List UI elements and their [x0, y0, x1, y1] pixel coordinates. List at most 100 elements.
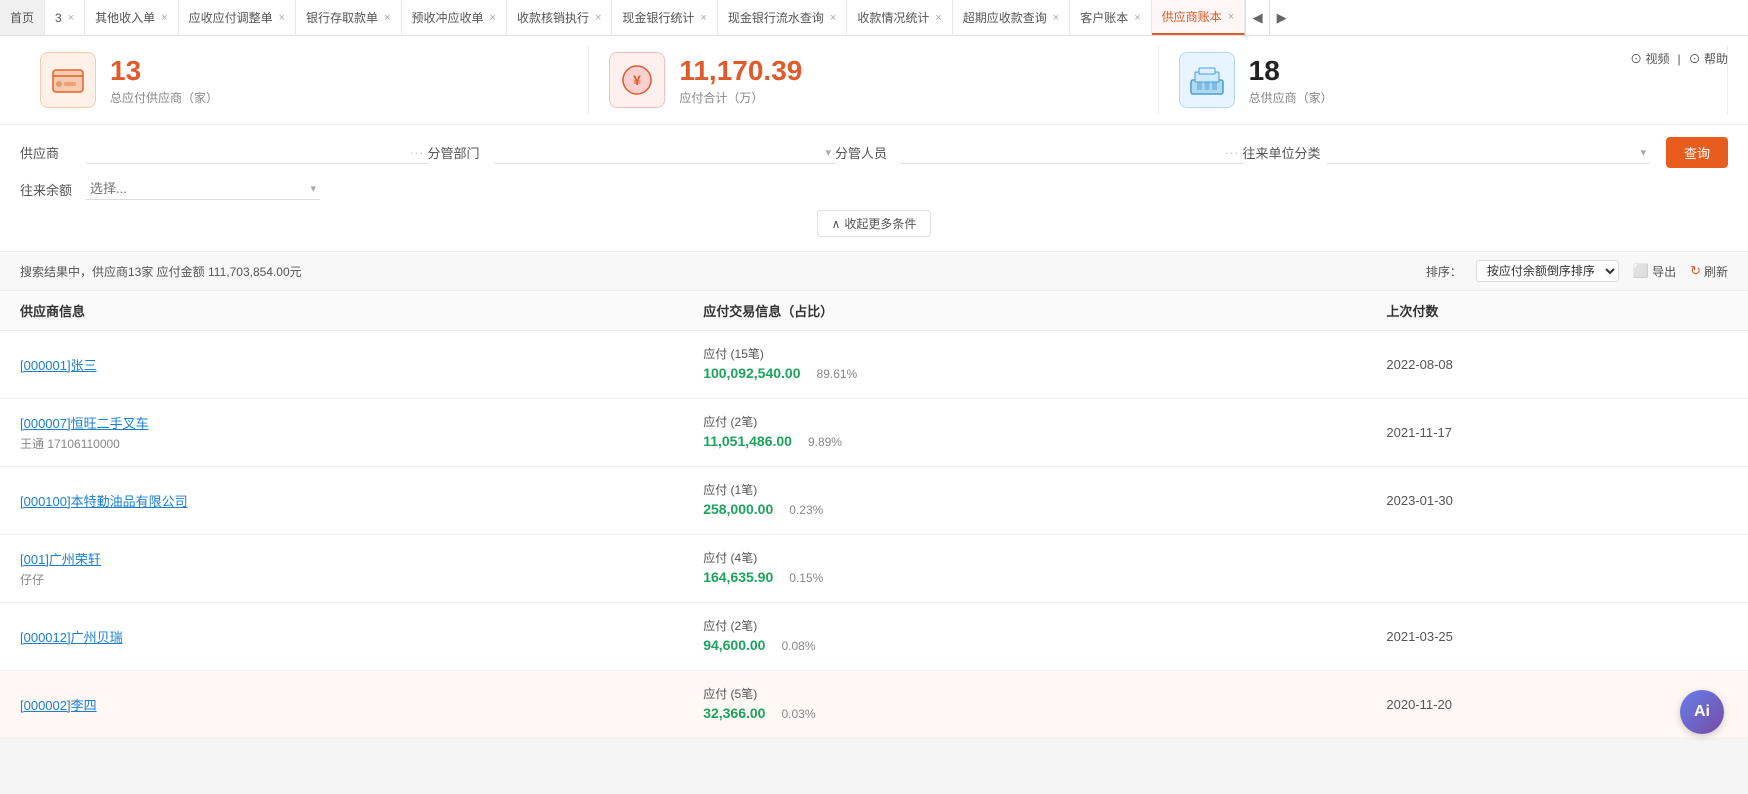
summary-text-total-suppliers: 18 总供应商（家）: [1249, 54, 1333, 107]
close-icon[interactable]: ×: [490, 12, 496, 24]
dept-select-wrap[interactable]: ▾: [494, 142, 836, 164]
ai-assistant-button[interactable]: Ai: [1680, 690, 1724, 734]
nav-tab-ar-ap-adjust[interactable]: 应收应付调整单 ×: [179, 0, 296, 35]
result-bar: 搜索结果中，供应商13家 应付金额 111,703,854.00元 排序： 按应…: [0, 252, 1748, 291]
collapse-button[interactable]: ∧ 收起更多条件: [817, 210, 932, 237]
close-icon[interactable]: ×: [830, 12, 836, 24]
supplier-info-col: [000100]本特勤油品有限公司: [20, 491, 703, 510]
table-row: [000002]李四 应付 (5笔) 32,366.00 0.03% 2020-…: [0, 671, 1748, 739]
nav-tab-overdue-ar[interactable]: 超期应收款查询 ×: [953, 0, 1070, 35]
filter-item-supplier: 供应商 ···: [20, 141, 428, 164]
nav-tab-receipt-stat[interactable]: 收款情况统计 ×: [847, 0, 952, 35]
supplier-name-link[interactable]: [001]广州荣轩: [20, 549, 703, 568]
nav-tab-cash-flow[interactable]: 现金银行流水查询 ×: [718, 0, 847, 35]
summary-text-suppliers-with-payable: 13 总应付供应商（家）: [110, 54, 218, 107]
summary-item-suppliers-with-payable: 13 总应付供应商（家）: [20, 46, 589, 114]
nav-tab-home[interactable]: 首页: [0, 0, 45, 35]
close-icon[interactable]: ×: [384, 12, 390, 24]
nav-tab-ar-ap-adjust-label: 应收应付调整单: [189, 9, 273, 26]
category-select-wrap[interactable]: ▾: [1327, 142, 1650, 164]
nav-tab-cash-bank-stat[interactable]: 现金银行统计 ×: [612, 0, 717, 35]
payable-label: 应付 (1笔): [703, 481, 1386, 498]
search-button[interactable]: 查询: [1666, 137, 1728, 168]
nav-tab-prepaid-ar[interactable]: 预收冲应收单 ×: [402, 0, 507, 35]
category-input[interactable]: [1331, 145, 1637, 160]
nav-tab-bank-deposit[interactable]: 银行存取款单 ×: [296, 0, 401, 35]
total-suppliers-icon: [1179, 52, 1235, 108]
summary-item-payable-total: ¥ 11,170.39 应付合计（万）: [589, 46, 1158, 114]
divider: |: [1678, 52, 1681, 66]
filter-item-person: 分管人员 ···: [835, 141, 1243, 164]
refresh-button[interactable]: ↻ 刷新: [1690, 263, 1728, 280]
refresh-icon: ↻: [1690, 263, 1701, 279]
table-header: 供应商信息 应付交易信息（占比） 上次付数: [0, 291, 1748, 331]
payable-row: 11,051,486.00 9.89%: [703, 430, 1386, 452]
payable-info-col: 应付 (5笔) 32,366.00 0.03%: [703, 685, 1386, 724]
balance-select-wrap[interactable]: ▾: [86, 178, 320, 200]
col-header-payable: 应付交易信息（占比）: [703, 301, 1386, 320]
nav-tab-receipt-verify-label: 收款核销执行: [517, 9, 589, 26]
payable-pct: 0.15%: [789, 571, 823, 585]
payable-label: 应付 (2笔): [703, 617, 1386, 634]
filter-area: 供应商 ··· 分管部门 ▾ 分管人员 ··· 往来单位分类: [0, 125, 1748, 252]
close-icon[interactable]: ×: [279, 12, 285, 24]
chevron-down-icon: ▾: [1640, 146, 1646, 159]
dept-filter-label: 分管部门: [428, 143, 488, 162]
sort-select[interactable]: 按应付余额倒序排序 按应付余额升序排序 按供应商名称排序: [1476, 260, 1619, 282]
supplier-info-col: [000002]李四: [20, 695, 703, 714]
last-payment-date: 2021-03-25: [1386, 629, 1453, 644]
supplier-name-link[interactable]: [000100]本特勤油品有限公司: [20, 491, 703, 510]
payable-row: 100,092,540.00 89.61%: [703, 362, 1386, 384]
close-icon[interactable]: ×: [935, 12, 941, 24]
person-filter-label: 分管人员: [835, 143, 895, 162]
result-bar-actions: 排序： 按应付余额倒序排序 按应付余额升序排序 按供应商名称排序 ⬜ 导出 ↻ …: [1426, 260, 1728, 282]
supplier-name-link[interactable]: [000002]李四: [20, 695, 703, 714]
nav-tab-receipt-verify[interactable]: 收款核销执行 ×: [507, 0, 612, 35]
payable-row: 258,000.00 0.23%: [703, 498, 1386, 520]
dept-input[interactable]: [498, 145, 822, 160]
result-summary-text: 搜索结果中，供应商13家 应付金额 111,703,854.00元: [20, 263, 302, 280]
nav-tab-supplier-book[interactable]: 供应商账本 ×: [1152, 0, 1245, 35]
payable-amount: 100,092,540.00: [703, 365, 800, 381]
supplier-sub-info: 王通 17106110000: [20, 435, 703, 452]
nav-tab-3[interactable]: 3 ×: [45, 0, 85, 35]
supplier-name-link[interactable]: [000012]广州贝瑞: [20, 627, 703, 646]
total-suppliers-number: 18: [1249, 54, 1333, 88]
supplier-input[interactable]: [90, 145, 406, 160]
close-icon[interactable]: ×: [595, 12, 601, 24]
table-row: [000001]张三 应付 (15笔) 100,092,540.00 89.61…: [0, 331, 1748, 399]
person-input-wrap[interactable]: ···: [901, 141, 1243, 164]
close-icon[interactable]: ×: [1228, 11, 1234, 23]
filter-item-dept: 分管部门 ▾: [428, 142, 836, 164]
nav-tab-other-income[interactable]: 其他收入单 ×: [85, 0, 178, 35]
last-payment-col: 2022-08-08: [1386, 357, 1728, 372]
export-button[interactable]: ⬜ 导出: [1633, 263, 1676, 280]
close-icon[interactable]: ×: [1053, 12, 1059, 24]
payable-info-col: 应付 (15笔) 100,092,540.00 89.61%: [703, 345, 1386, 384]
nav-tab-customer-book[interactable]: 客户账本 ×: [1070, 0, 1151, 35]
table-row: [000007]恒旺二手叉车 王通 17106110000 应付 (2笔) 11…: [0, 399, 1748, 467]
help-link[interactable]: ⊙ 帮助: [1689, 50, 1728, 67]
nav-prev-arrow[interactable]: ◀: [1245, 0, 1269, 36]
summary-text-payable-total: 11,170.39 应付合计（万）: [679, 54, 802, 107]
nav-next-arrow[interactable]: ▶: [1269, 0, 1293, 36]
close-icon[interactable]: ×: [1134, 12, 1140, 24]
payable-total-label: 应付合计（万）: [679, 89, 802, 106]
nav-tab-receipt-stat-label: 收款情况统计: [857, 9, 929, 26]
payable-amount: 11,051,486.00: [703, 433, 792, 449]
nav-tab-bank-deposit-label: 银行存取款单: [306, 9, 378, 26]
video-link[interactable]: ⊙ 视频: [1630, 50, 1669, 67]
col-header-supplier: 供应商信息: [20, 301, 703, 320]
close-icon[interactable]: ×: [161, 12, 167, 24]
supplier-name-link[interactable]: [000001]张三: [20, 355, 703, 374]
close-icon[interactable]: ×: [700, 12, 706, 24]
close-icon[interactable]: ×: [68, 12, 74, 24]
balance-input[interactable]: [90, 181, 306, 196]
person-input[interactable]: [905, 145, 1221, 160]
supplier-name-link[interactable]: [000007]恒旺二手叉车: [20, 413, 703, 432]
nav-tab-cash-flow-label: 现金银行流水查询: [728, 9, 824, 26]
supplier-info-col: [000001]张三: [20, 355, 703, 374]
last-payment-date: 2022-08-08: [1386, 357, 1453, 372]
summary-bar: 13 总应付供应商（家） ¥ 11,170.39 应付合计（万）: [0, 36, 1748, 125]
supplier-input-wrap[interactable]: ···: [86, 141, 428, 164]
